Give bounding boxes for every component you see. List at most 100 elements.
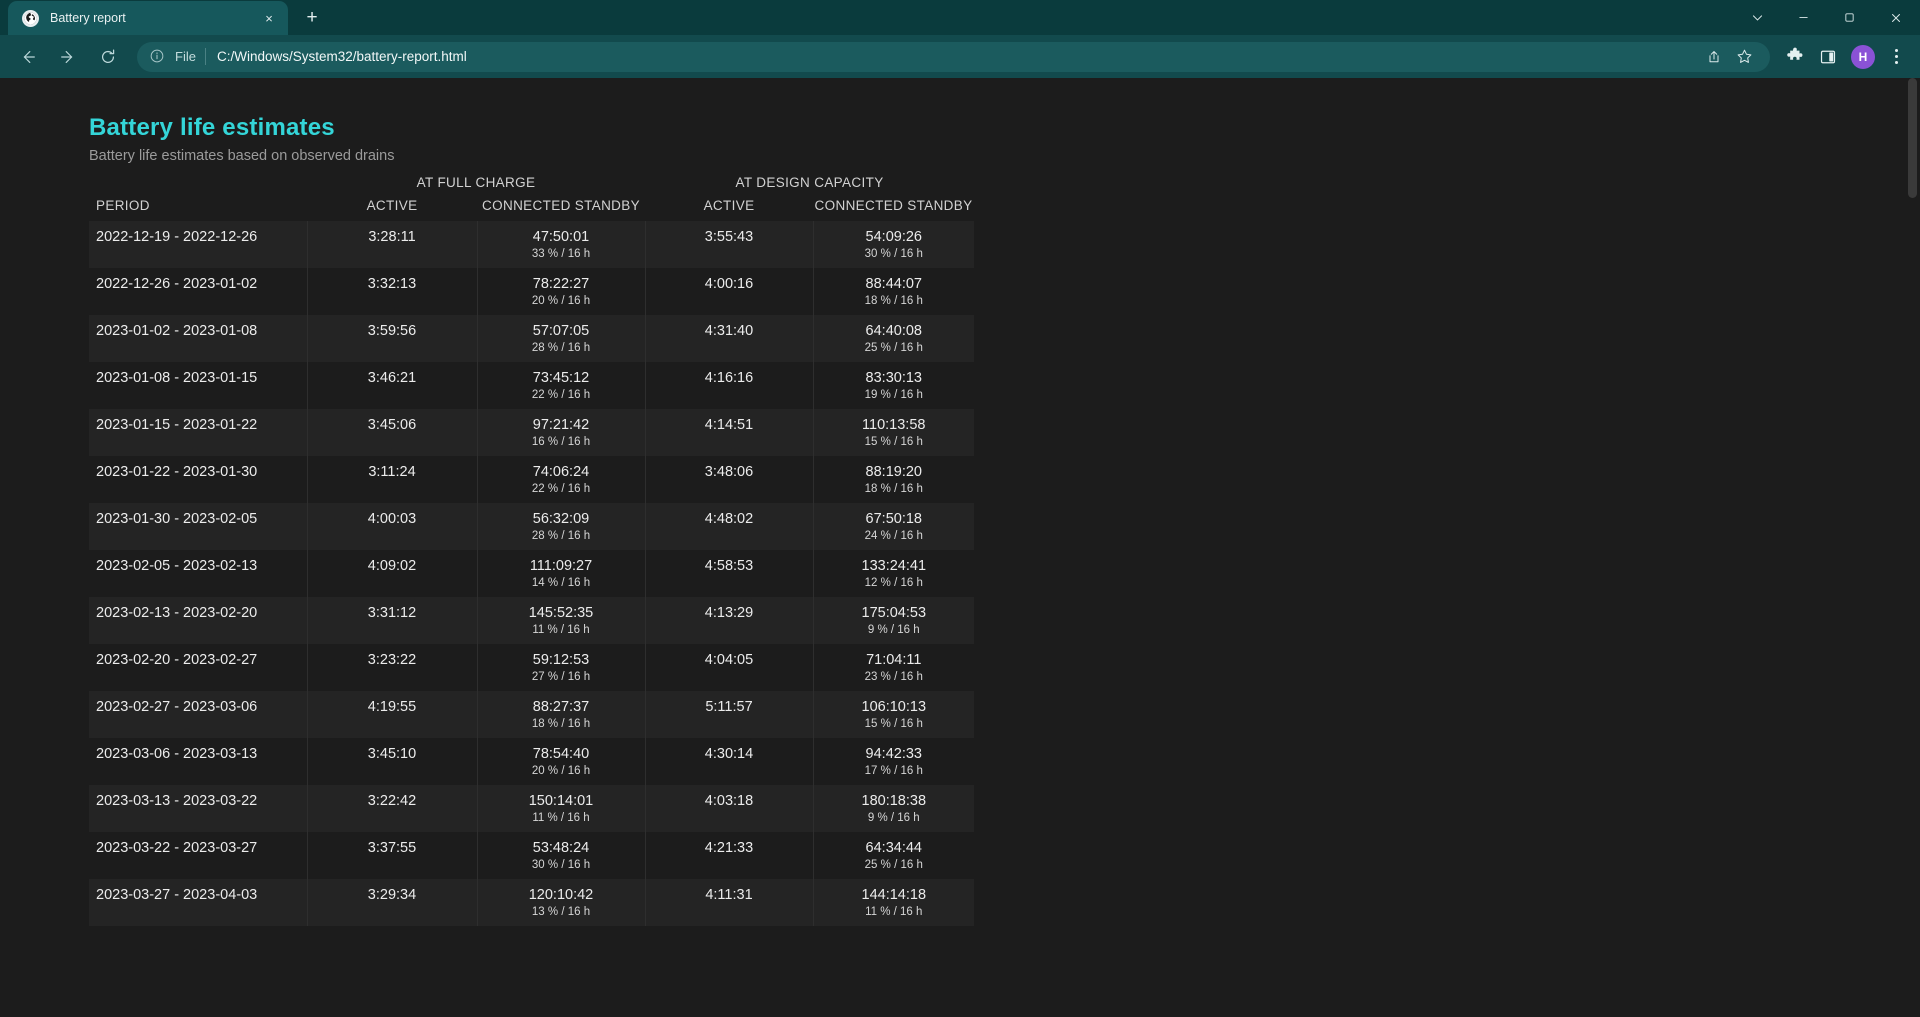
cell-design-active-value: 4:11:31 — [705, 887, 753, 903]
cell-period: 2022-12-19 - 2022-12-26 — [89, 221, 308, 268]
cell-fullcharge-active: 3:29:34 — [307, 879, 478, 926]
cell-fullcharge-standby-value: 120:10:42 — [528, 887, 594, 903]
tab-strip: Battery report × + — [0, 0, 1920, 35]
cell-period: 2023-02-13 - 2023-02-20 — [89, 597, 308, 644]
table-row: 2023-01-15 - 2023-01-22 3:45:06 97:21:42 16… — [89, 409, 975, 456]
info-circle-icon[interactable] — [149, 48, 166, 65]
dot — [1894, 49, 1898, 52]
cell-design-standby-value: 106:10:13 — [861, 699, 927, 715]
cell-design-active-value: 4:31:40 — [704, 323, 754, 339]
cell-fullcharge-active: 4:19:55 — [307, 691, 478, 738]
vertical-scrollbar[interactable] — [1905, 78, 1920, 1017]
new-tab-button[interactable]: + — [298, 4, 326, 32]
toolbar-right-actions: H — [1779, 41, 1912, 73]
cell-period: 2023-02-20 - 2023-02-27 — [89, 644, 308, 691]
cell-period: 2023-03-13 - 2023-03-22 — [89, 785, 308, 832]
cell-design-active: 4:21:33 — [645, 832, 814, 879]
cell-fullcharge-active-value: 3:23:22 — [367, 652, 417, 668]
cell-fullcharge-standby: 78:22:27 20 % / 16 h — [477, 268, 646, 315]
cell-fullcharge-standby: 59:12:53 27 % / 16 h — [477, 644, 646, 691]
cell-design-standby-pct: 18 % / 16 h — [864, 295, 923, 307]
cell-fullcharge-active-value: 3:29:34 — [367, 887, 417, 903]
restore-button[interactable] — [1826, 0, 1872, 35]
cell-period: 2023-01-02 - 2023-01-08 — [89, 315, 308, 362]
cell-period-value: 2022-12-19 - 2022-12-26 — [96, 229, 258, 245]
battery-report-page: Battery life estimates Battery life esti… — [0, 78, 1920, 926]
cell-design-standby: 83:30:13 19 % / 16 h — [813, 362, 975, 409]
cell-fullcharge-standby-pct: 16 % / 16 h — [531, 436, 591, 448]
table-row: 2023-01-22 - 2023-01-30 3:11:24 74:06:24 22… — [89, 456, 975, 503]
close-tab-icon[interactable]: × — [258, 7, 280, 29]
cell-fullcharge-active-value: 4:19:55 — [367, 699, 417, 715]
cell-period-value: 2023-01-22 - 2023-01-30 — [96, 464, 258, 480]
cell-fullcharge-active: 3:46:21 — [307, 362, 478, 409]
share-icon[interactable] — [1700, 43, 1728, 71]
cell-fullcharge-standby: 78:54:40 20 % / 16 h — [477, 738, 646, 785]
cell-design-standby-value: 94:42:33 — [865, 746, 922, 762]
cell-fullcharge-standby-value: 78:22:27 — [532, 276, 590, 292]
cell-period: 2023-01-08 - 2023-01-15 — [89, 362, 308, 409]
address-bar[interactable]: File C:/Windows/System32/battery-report.… — [137, 41, 1770, 72]
three-dots-icon[interactable] — [1882, 41, 1910, 73]
cell-design-standby-value: 67:50:18 — [865, 511, 922, 527]
cell-design-standby-pct: 11 % / 16 h — [865, 906, 923, 918]
cell-period: 2023-02-05 - 2023-02-13 — [89, 550, 308, 597]
cell-period: 2023-01-30 - 2023-02-05 — [89, 503, 308, 550]
cell-design-active-value: 4:13:29 — [704, 605, 754, 621]
cell-fullcharge-active: 3:11:24 — [307, 456, 478, 503]
cell-period-value: 2023-02-05 - 2023-02-13 — [96, 558, 258, 574]
tab-battery-report[interactable]: Battery report × — [8, 1, 288, 35]
cell-design-standby-value: 54:09:26 — [865, 229, 922, 245]
cell-fullcharge-active: 4:00:03 — [307, 503, 478, 550]
scrollbar-thumb[interactable] — [1908, 78, 1917, 198]
cell-design-active-value: 4:14:51 — [704, 417, 754, 433]
puzzle-piece-icon[interactable] — [1779, 41, 1811, 73]
cell-fullcharge-standby-value: 59:12:53 — [532, 652, 590, 668]
cell-fullcharge-standby-pct: 28 % / 16 h — [531, 530, 591, 542]
sidebar-panel-icon[interactable] — [1812, 41, 1844, 73]
cell-design-active-value: 5:11:57 — [705, 699, 753, 715]
cell-fullcharge-standby: 53:48:24 30 % / 16 h — [477, 832, 646, 879]
avatar[interactable]: H — [1851, 44, 1875, 69]
star-icon[interactable] — [1730, 43, 1758, 71]
cell-fullcharge-active-value: 3:37:55 — [367, 840, 417, 856]
cell-design-standby-pct: 9 % / 16 h — [867, 812, 920, 824]
url-text: C:/Windows/System32/battery-report.html — [216, 49, 467, 64]
cell-design-active: 4:48:02 — [645, 503, 814, 550]
cell-design-standby-pct: 23 % / 16 h — [864, 671, 923, 683]
cell-period: 2023-01-15 - 2023-01-22 — [89, 409, 308, 456]
cell-fullcharge-active-value: 3:32:13 — [367, 276, 417, 292]
page-subtitle: Battery life estimates based on observed… — [89, 148, 395, 164]
table-row: 2023-02-27 - 2023-03-06 4:19:55 88:27:37 18… — [89, 691, 975, 738]
cell-period: 2023-03-27 - 2023-04-03 — [89, 879, 308, 926]
cell-design-standby: 110:13:58 15 % / 16 h — [813, 409, 975, 456]
minimize-button[interactable] — [1780, 0, 1826, 35]
cell-fullcharge-active-value: 4:00:03 — [367, 511, 417, 527]
cell-fullcharge-active: 3:45:10 — [307, 738, 478, 785]
table-row: 2023-01-02 - 2023-01-08 3:59:56 57:07:05 28… — [89, 315, 975, 362]
cell-fullcharge-standby-pct: 33 % / 16 h — [531, 248, 591, 260]
cell-fullcharge-active-value: 3:11:24 — [368, 464, 416, 480]
cell-fullcharge-active-value: 3:45:10 — [367, 746, 417, 762]
forward-arrow-icon[interactable] — [51, 40, 85, 74]
cell-fullcharge-standby: 88:27:37 18 % / 16 h — [477, 691, 646, 738]
cell-fullcharge-standby: 97:21:42 16 % / 16 h — [477, 409, 646, 456]
cell-design-active: 4:13:29 — [645, 597, 814, 644]
cell-fullcharge-active: 3:32:13 — [307, 268, 478, 315]
cell-fullcharge-standby-value: 78:54:40 — [532, 746, 590, 762]
cell-fullcharge-standby-value: 74:06:24 — [532, 464, 590, 480]
omnibox-divider — [204, 48, 206, 65]
close-window-button[interactable] — [1872, 0, 1920, 35]
cell-design-standby-value: 88:19:20 — [865, 464, 922, 480]
column-header-row: PERIOD ACTIVE CONNECTED STANDBY ACTIVE C… — [89, 198, 974, 221]
cell-fullcharge-standby-value: 111:09:27 — [529, 558, 593, 574]
reload-icon[interactable] — [91, 40, 125, 74]
cell-design-active: 4:31:40 — [645, 315, 814, 362]
cell-fullcharge-standby-value: 56:32:09 — [532, 511, 590, 527]
cell-design-active: 3:48:06 — [645, 456, 814, 503]
cell-fullcharge-standby: 56:32:09 28 % / 16 h — [477, 503, 646, 550]
cell-period-value: 2023-02-27 - 2023-03-06 — [96, 699, 258, 715]
back-arrow-icon[interactable] — [11, 40, 45, 74]
cell-period-value: 2023-01-08 - 2023-01-15 — [96, 370, 258, 386]
chevron-down-icon[interactable] — [1734, 0, 1780, 35]
